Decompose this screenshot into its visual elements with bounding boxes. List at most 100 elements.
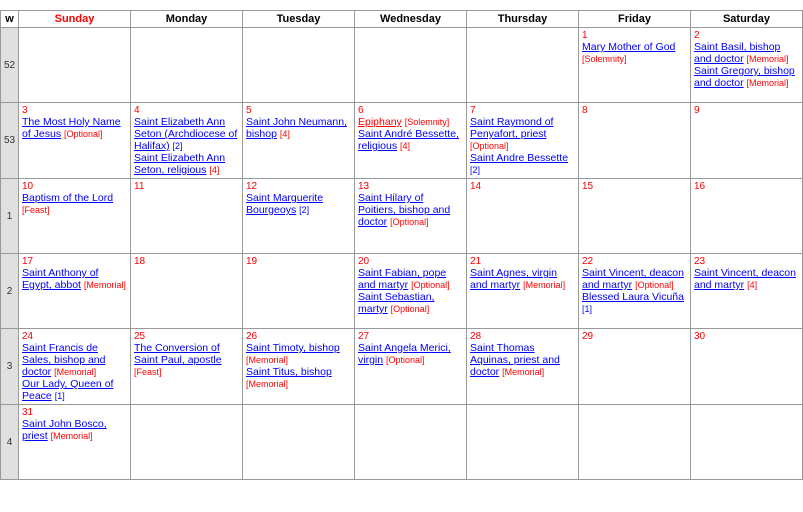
feast-entry[interactable]: Saint Marguerite Bourgeoys — [246, 192, 323, 216]
day-number: 16 — [694, 181, 799, 192]
calendar-body: 521Mary Mother of God [Solemnity]2Saint … — [1, 28, 803, 480]
feast-entry: [Memorial] — [523, 280, 565, 290]
feast-entry: [4] — [400, 141, 410, 151]
feast-entry: [Solemnity] — [582, 54, 627, 64]
day-cell: 15 — [579, 179, 691, 254]
feast-entry: [Optional] — [390, 217, 429, 227]
day-cell: 14 — [467, 179, 579, 254]
calendar-table: wSundayMondayTuesdayWednesdayThursdayFri… — [0, 10, 803, 480]
feast-entry[interactable]: Baptism of the Lord — [22, 192, 113, 204]
feast-entry: [Optional] — [635, 280, 674, 290]
day-number: 29 — [582, 331, 687, 342]
day-cell: 20Saint Fabian, pope and martyr [Optiona… — [355, 254, 467, 329]
week-row: 110Baptism of the Lord [Feast]1112Saint … — [1, 179, 803, 254]
day-number: 31 — [22, 407, 127, 418]
feast-entry[interactable]: Saint Andre Bessette — [470, 152, 568, 164]
week-row: 431Saint John Bosco, priest [Memorial] — [1, 405, 803, 480]
day-number: 11 — [134, 181, 239, 192]
day-number: 6 — [358, 105, 463, 116]
week-row: 324Saint Francis de Sales, bishop and do… — [1, 329, 803, 405]
feast-entry: [Memorial] — [502, 367, 544, 377]
day-cell — [691, 405, 803, 480]
day-cell — [131, 405, 243, 480]
col-header-wednesday: Wednesday — [355, 11, 467, 28]
feast-entry: [Memorial] — [246, 379, 288, 389]
day-cell: 29 — [579, 329, 691, 405]
day-cell: 28Saint Thomas Aquinas, priest and docto… — [467, 329, 579, 405]
day-number: 5 — [246, 105, 351, 116]
feast-entry[interactable]: The Conversion of Saint Paul, apostle — [134, 342, 222, 366]
week-row: 52 1Mary Mother of God [Solemnity] 2Saint … — [1, 28, 803, 103]
day-cell: 19 — [243, 254, 355, 329]
day-cell: 17Saint Anthony of Egypt, abbot [Memoria… — [19, 254, 131, 329]
day-cell: 11 — [131, 179, 243, 254]
day-cell: 2Saint Basil, bishop and doctor [Memoria… — [691, 28, 803, 103]
day-number: 8 — [582, 105, 687, 116]
day-cell: 4Saint Elizabeth Ann Seton (Archdiocese … — [131, 103, 243, 179]
day-cell: 16 — [691, 179, 803, 254]
feast-entry: [4] — [209, 165, 219, 175]
day-cell: 22Saint Vincent, deacon and martyr [Opti… — [579, 254, 691, 329]
day-cell: 21Saint Agnes, virgin and martyr [Memori… — [467, 254, 579, 329]
week-row: 217Saint Anthony of Egypt, abbot [Memori… — [1, 254, 803, 329]
week-number: 53 — [1, 103, 19, 179]
feast-entry[interactable]: Saint Elizabeth Ann Seton (Archdiocese o… — [134, 116, 237, 152]
day-number: 18 — [134, 256, 239, 267]
feast-entry: [Memorial] — [747, 54, 789, 64]
day-cell: 31Saint John Bosco, priest [Memorial] — [19, 405, 131, 480]
feast-entry: [Optional] — [64, 129, 103, 139]
day-number: 14 — [470, 181, 575, 192]
day-number: 20 — [358, 256, 463, 267]
day-number: 23 — [694, 256, 799, 267]
feast-entry: [Memorial] — [747, 78, 789, 88]
feast-entry: [Memorial] — [246, 355, 288, 365]
day-cell — [579, 405, 691, 480]
feast-entry[interactable]: Saint Raymond of Penyafort, priest — [470, 116, 553, 140]
feast-entry[interactable]: Saint Vincent, deacon and martyr — [694, 267, 796, 291]
day-number: 13 — [358, 181, 463, 192]
feast-entry: [1] — [582, 304, 592, 314]
day-number: 28 — [470, 331, 575, 342]
day-cell: 30 — [691, 329, 803, 405]
day-cell — [355, 405, 467, 480]
feast-entry: [Feast] — [134, 367, 162, 377]
day-cell: 8 — [579, 103, 691, 179]
feast-entry: [4] — [280, 129, 290, 139]
feast-entry: [Solemnity] — [405, 117, 450, 127]
day-cell: 26Saint Timoty, bishop [Memorial]Saint T… — [243, 329, 355, 405]
week-number: 52 — [1, 28, 19, 103]
col-header-tuesday: Tuesday — [243, 11, 355, 28]
feast-entry[interactable]: Saint Timoty, bishop — [246, 342, 340, 354]
feast-entry[interactable]: Saint Titus, bishop — [246, 366, 332, 378]
feast-entry: [2] — [299, 205, 309, 215]
day-cell: 24Saint Francis de Sales, bishop and doc… — [19, 329, 131, 405]
day-number: 3 — [22, 105, 127, 116]
feast-entry[interactable]: Blessed Laura Vicuña — [582, 291, 684, 303]
day-number: 1 — [582, 30, 687, 41]
feast-entry: [Memorial] — [51, 431, 93, 441]
day-cell: 3The Most Holy Name of Jesus [Optional] — [19, 103, 131, 179]
day-cell: 12Saint Marguerite Bourgeoys [2] — [243, 179, 355, 254]
feast-entry[interactable]: Our Lady, Queen of Peace — [22, 378, 113, 402]
feast-entry: [4] — [747, 280, 757, 290]
day-number: 7 — [470, 105, 575, 116]
feast-entry: [Optional] — [391, 304, 430, 314]
feast-entry: [2] — [470, 165, 480, 175]
day-cell: 27Saint Angela Merici, virgin [Optional] — [355, 329, 467, 405]
week-number: 1 — [1, 179, 19, 254]
day-number: 22 — [582, 256, 687, 267]
week-number: 2 — [1, 254, 19, 329]
feast-entry[interactable]: Mary Mother of God — [582, 41, 675, 53]
feast-entry: [Feast] — [22, 205, 50, 215]
feast-entry: [Memorial] — [54, 367, 96, 377]
day-cell — [131, 28, 243, 103]
day-number: 21 — [470, 256, 575, 267]
day-number: 25 — [134, 331, 239, 342]
feast-entry[interactable]: Epiphany — [358, 116, 402, 128]
feast-entry: [1] — [55, 391, 65, 401]
week-number: 4 — [1, 405, 19, 480]
header-row: wSundayMondayTuesdayWednesdayThursdayFri… — [1, 11, 803, 28]
day-cell — [243, 405, 355, 480]
day-cell — [243, 28, 355, 103]
feast-entry[interactable]: Saint John Neumann, bishop — [246, 116, 347, 140]
